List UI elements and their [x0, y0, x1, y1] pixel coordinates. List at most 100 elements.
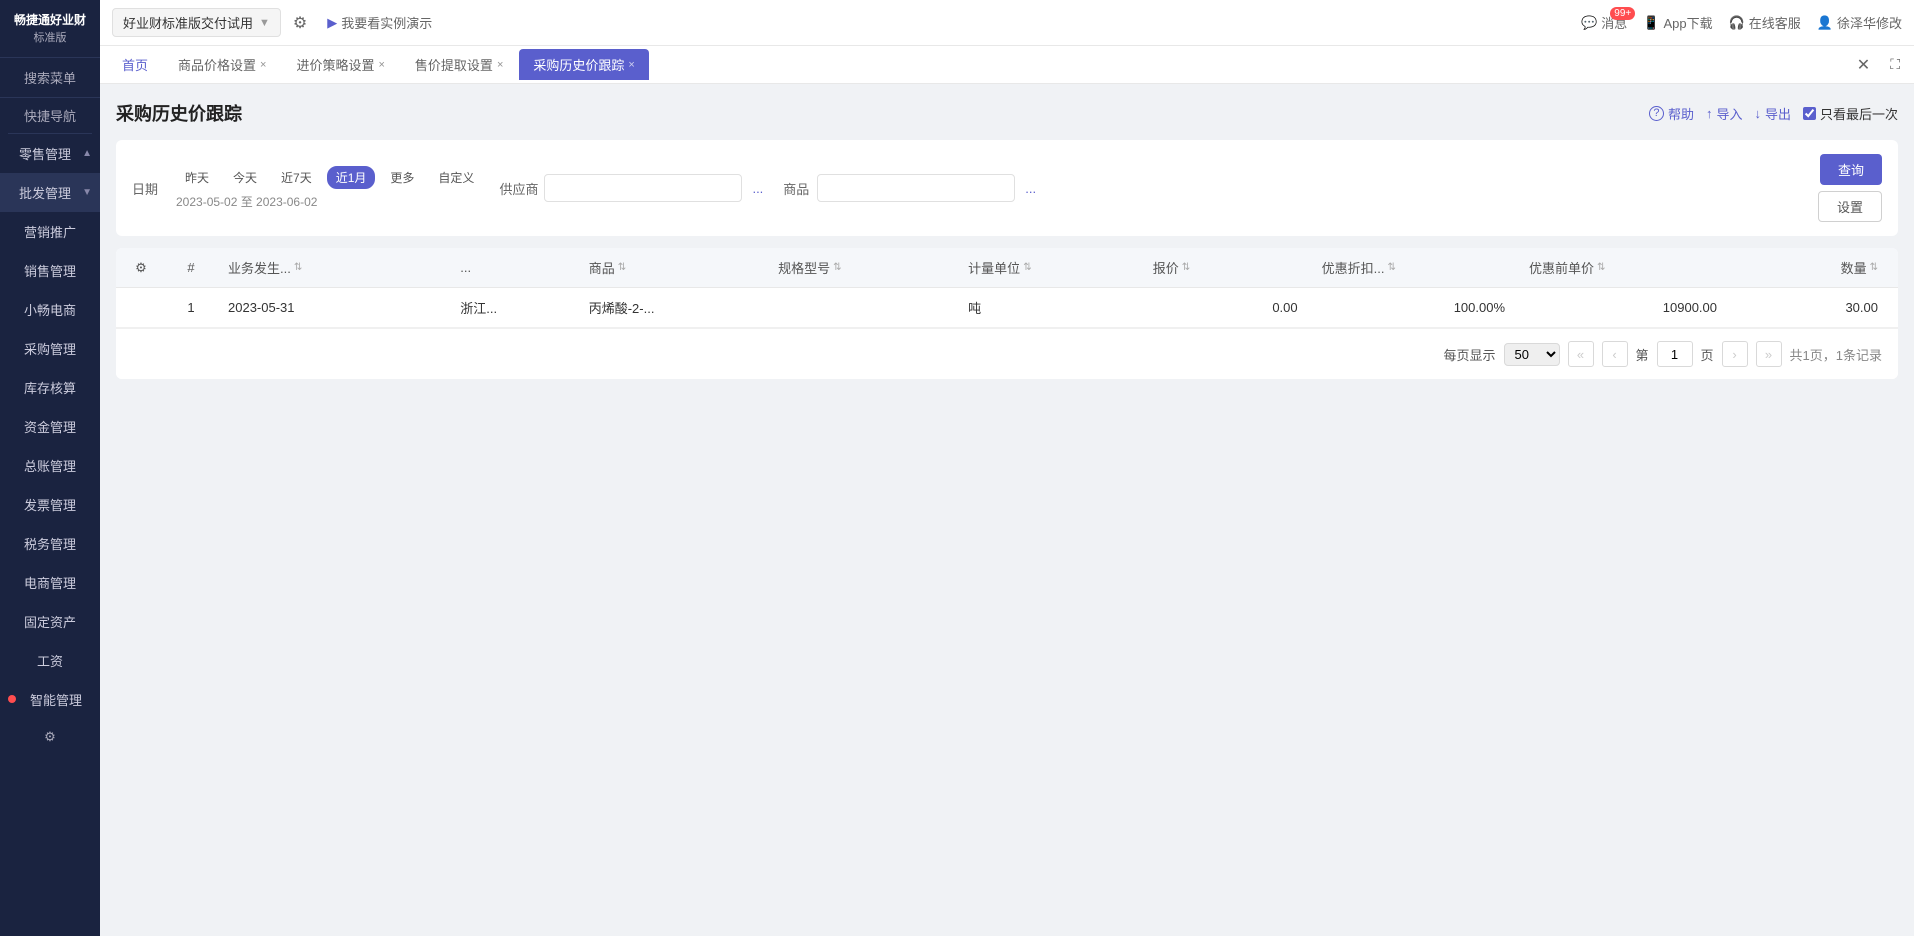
before-price-sort-icon: ⇅ — [1597, 262, 1605, 273]
th-spec-sort[interactable]: 规格型号 ⇅ — [778, 258, 944, 277]
sidebar-item-ecommerce[interactable]: 电商管理 — [0, 563, 100, 602]
th-product[interactable]: 商品 ⇅ — [577, 248, 766, 288]
version-selector[interactable]: 好业财标准版交付试用 ▼ — [112, 8, 281, 37]
tab-price-settings-close[interactable]: × — [260, 59, 266, 71]
date-btn-7days[interactable]: 近7天 — [272, 166, 321, 189]
date-sort-icon: ⇅ — [294, 262, 302, 273]
product-input[interactable] — [817, 174, 1015, 202]
import-label: 导入 — [1716, 104, 1742, 123]
export-icon: ↓ — [1754, 106, 1761, 121]
prev-page-btn[interactable]: ‹ — [1602, 341, 1628, 367]
sidebar-item-wholesale[interactable]: 批发管理 ▼ — [0, 173, 100, 212]
sidebar-item-smart[interactable]: 智能管理 — [0, 680, 100, 719]
tab-purchase-history[interactable]: 采购历史价跟踪 × — [519, 49, 648, 80]
only-last-checkbox-label[interactable]: 只看最后一次 — [1803, 104, 1898, 123]
tab-home[interactable]: 首页 — [108, 49, 162, 80]
spec-sort-icon: ⇅ — [833, 262, 841, 273]
tabbar-close-all[interactable]: ✕ — [1851, 53, 1876, 77]
date-btn-custom[interactable]: 自定义 — [429, 166, 483, 189]
page-title: 采购历史价跟踪 — [116, 100, 242, 126]
sidebar-item-retail[interactable]: 零售管理 ▲ — [0, 134, 100, 173]
settings-button[interactable]: 设置 — [1818, 191, 1882, 222]
sidebar-item-salary[interactable]: 工资 — [0, 641, 100, 680]
page-label: 第 — [1636, 345, 1649, 364]
tab-advance-strategy-close[interactable]: × — [378, 59, 384, 71]
next-page-btn[interactable]: › — [1722, 341, 1748, 367]
supplier-more[interactable]: ... — [748, 181, 767, 196]
sidebar-quicknav[interactable]: 快捷导航 — [0, 98, 100, 133]
date-btn-1month[interactable]: 近1月 — [327, 166, 376, 189]
sidebar-gear-icon[interactable]: ⚙ — [0, 719, 100, 755]
th-unit[interactable]: 计量单位 ⇅ — [956, 248, 1141, 288]
sidebar-item-assets[interactable]: 固定资产 — [0, 602, 100, 641]
sidebar-item-finance[interactable]: 资金管理 — [0, 407, 100, 446]
table-head: ⚙ # 业务发生... ⇅ ... — [116, 248, 1898, 288]
date-btn-yesterday[interactable]: 昨天 — [176, 166, 218, 189]
th-product-sort[interactable]: 商品 ⇅ — [589, 258, 754, 277]
supplier-input[interactable] — [544, 174, 742, 202]
appdownload-label: App下载 — [1663, 13, 1712, 32]
topbar-demo[interactable]: ▶ 我要看实例演示 — [327, 13, 432, 32]
th-qty[interactable]: 数量 ⇅ — [1729, 248, 1898, 288]
th-gear[interactable]: ⚙ — [116, 248, 166, 288]
last-page-btn[interactable]: » — [1756, 341, 1782, 367]
date-range-text: 2023-05-02 至 2023-06-02 — [176, 193, 483, 210]
user-label: 徐泽华修改 — [1837, 13, 1902, 32]
row-date: 2023-05-31 — [216, 288, 448, 328]
topbar-settings-icon[interactable]: ⚙ — [289, 9, 311, 37]
sidebar-item-sales[interactable]: 销售管理 — [0, 251, 100, 290]
query-button[interactable]: 查询 — [1820, 154, 1882, 185]
product-filter-group: 商品 ... — [783, 174, 1040, 202]
row-qty: 30.00 — [1729, 288, 1898, 328]
tab-sale-price-close[interactable]: × — [497, 59, 503, 71]
sidebar-item-general-ledger[interactable]: 总账管理 — [0, 446, 100, 485]
unit-sort-icon: ⇅ — [1023, 262, 1031, 273]
page-input[interactable] — [1657, 341, 1693, 367]
th-before-price-sort[interactable]: 优惠前单价 ⇅ — [1529, 258, 1717, 277]
th-more[interactable]: ... — [448, 248, 576, 288]
quote-sort-icon: ⇅ — [1182, 262, 1190, 273]
only-last-checkbox[interactable] — [1803, 107, 1816, 120]
th-discount-sort[interactable]: 优惠折扣... ⇅ — [1322, 258, 1505, 277]
per-page-select[interactable]: 50 100 200 — [1504, 343, 1560, 366]
product-filter-label: 商品 — [783, 179, 811, 198]
sidebar-item-invoice[interactable]: 发票管理 — [0, 485, 100, 524]
topbar-support[interactable]: 🎧 在线客服 — [1729, 13, 1801, 32]
topbar-appdownload[interactable]: 📱 App下载 — [1643, 13, 1712, 32]
sidebar-item-purchase[interactable]: 采购管理 — [0, 329, 100, 368]
tab-purchase-history-close[interactable]: × — [628, 59, 634, 71]
topbar-user[interactable]: 👤 徐泽华修改 — [1817, 13, 1902, 32]
th-spec[interactable]: 规格型号 ⇅ — [766, 248, 956, 288]
th-no: # — [166, 248, 216, 288]
topbar-msg[interactable]: 💬 消息 99+ — [1581, 13, 1627, 32]
tab-sale-price[interactable]: 售价提取设置 × — [401, 49, 517, 80]
th-quote[interactable]: 报价 ⇅ — [1141, 248, 1310, 288]
app-logo-sub: 标准版 — [8, 29, 92, 45]
import-link[interactable]: ↑ 导入 — [1706, 104, 1743, 123]
tabbar-expand[interactable]: ⛶ — [1884, 54, 1906, 75]
sidebar-item-marketing[interactable]: 营销推广 — [0, 212, 100, 251]
help-link[interactable]: ? 帮助 — [1649, 104, 1694, 123]
date-filter-label: 日期 — [132, 179, 160, 198]
date-btn-more[interactable]: 更多 — [381, 166, 423, 189]
tab-advance-strategy[interactable]: 进价策略设置 × — [282, 49, 398, 80]
th-date[interactable]: 业务发生... ⇅ — [216, 248, 448, 288]
page-header: 采购历史价跟踪 ? 帮助 ↑ 导入 ↓ 导出 只看最后一次 — [116, 100, 1898, 126]
date-btn-today[interactable]: 今天 — [224, 166, 266, 189]
demo-icon: ▶ — [327, 15, 337, 31]
th-before-price[interactable]: 优惠前单价 ⇅ — [1517, 248, 1729, 288]
th-qty-sort[interactable]: 数量 ⇅ — [1741, 258, 1878, 277]
th-unit-sort[interactable]: 计量单位 ⇅ — [968, 258, 1129, 277]
first-page-btn[interactable]: « — [1568, 341, 1594, 367]
sidebar-search[interactable]: 搜索菜单 — [0, 58, 100, 98]
th-discount[interactable]: 优惠折扣... ⇅ — [1310, 248, 1517, 288]
sidebar-item-inventory[interactable]: 库存核算 — [0, 368, 100, 407]
tab-price-settings[interactable]: 商品价格设置 × — [164, 49, 280, 80]
th-date-sort[interactable]: 业务发生... ⇅ — [228, 258, 436, 277]
sidebar-item-ecommerce-small[interactable]: 小畅电商 — [0, 290, 100, 329]
export-link[interactable]: ↓ 导出 — [1754, 104, 1791, 123]
sidebar-item-tax[interactable]: 税务管理 — [0, 524, 100, 563]
date-options: 昨天 今天 近7天 近1月 更多 自定义 — [176, 166, 483, 189]
th-quote-sort[interactable]: 报价 ⇅ — [1153, 258, 1298, 277]
product-more[interactable]: ... — [1021, 181, 1040, 196]
